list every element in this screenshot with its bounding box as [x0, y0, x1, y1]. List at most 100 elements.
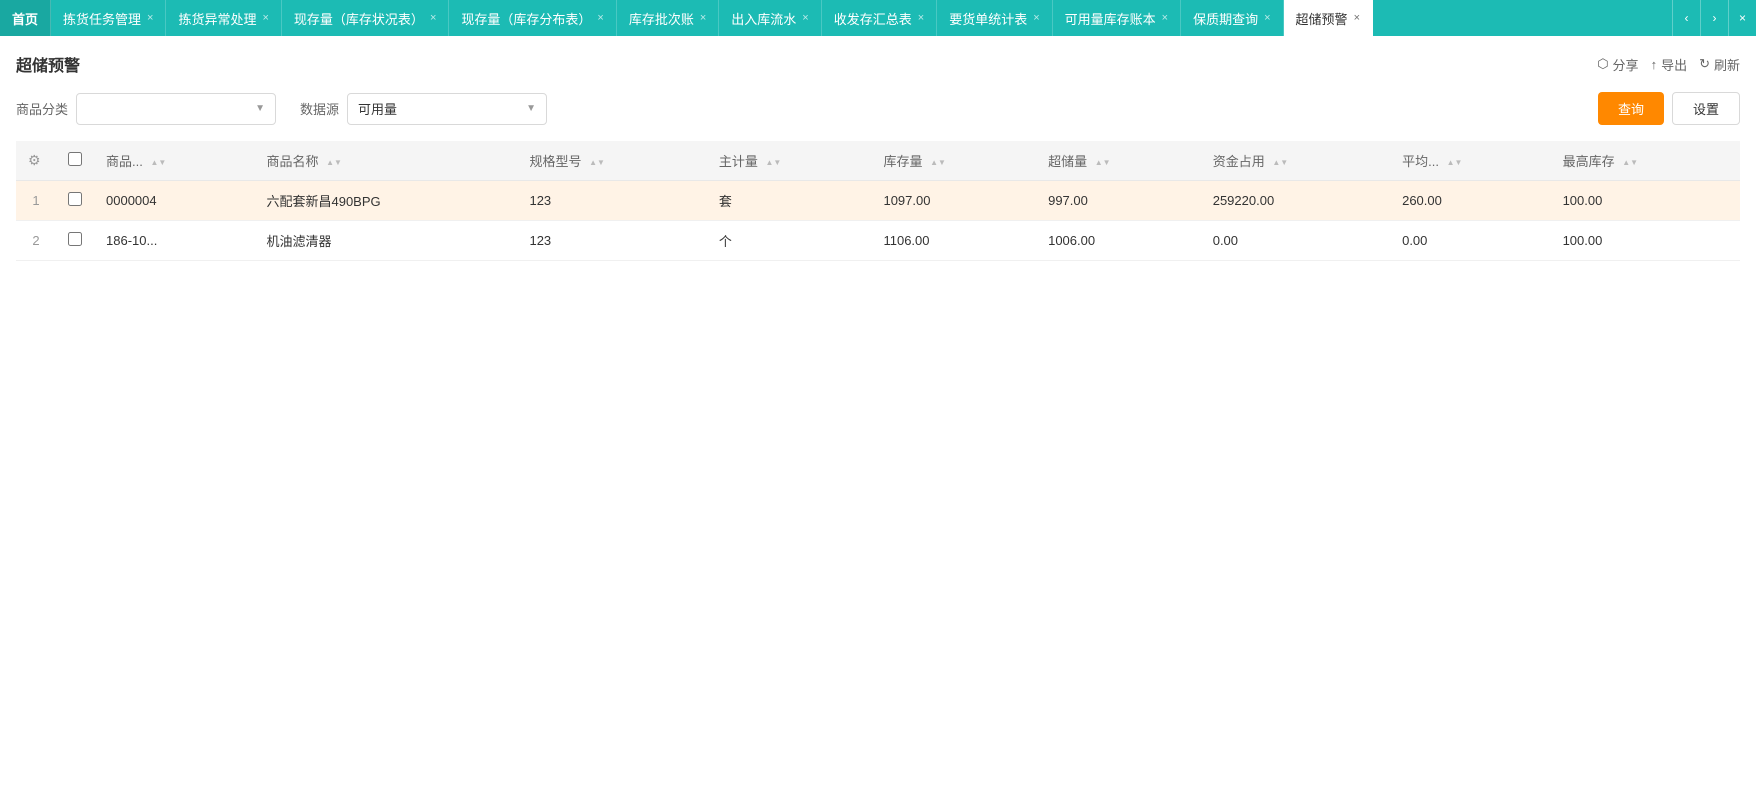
nav-tab-label: 现存量（库存状况表）	[294, 9, 424, 28]
nav-tab-close[interactable]: ×	[147, 12, 153, 24]
row-pingjun: 260.00	[1390, 181, 1550, 221]
row-zuigao: 100.00	[1551, 181, 1740, 221]
col-chaochul-label: 超储量	[1048, 154, 1087, 169]
row-checkbox[interactable]	[68, 232, 82, 246]
row-checkbox-cell	[56, 181, 94, 221]
nav-home-label: 首页	[12, 9, 38, 28]
settings-button[interactable]: 设置	[1672, 92, 1740, 125]
filter-actions: 查询 设置	[1598, 92, 1740, 125]
nav-tab-tab-chaochujing[interactable]: 超储预警 ×	[1284, 0, 1373, 36]
top-nav: 首页 拣货任务管理×拣货异常处理×现存量（库存状况表）×现存量（库存分布表）×库…	[0, 0, 1756, 36]
export-button[interactable]: ↑ 导出	[1651, 55, 1688, 74]
nav-tab-close[interactable]: ×	[597, 12, 603, 24]
nav-tab-close[interactable]: ×	[918, 12, 924, 24]
row-index: 2	[16, 221, 56, 261]
page-actions: ⬡ 分享 ↑ 导出 ↻ 刷新	[1597, 55, 1740, 74]
nav-tab-tab-chuku[interactable]: 出入库流水 ×	[719, 0, 821, 36]
nav-tab-close[interactable]: ×	[430, 12, 436, 24]
row-checkbox-cell	[56, 221, 94, 261]
col-chaochul-header[interactable]: 超储量 ▲▼	[1036, 141, 1201, 181]
row-zijin: 259220.00	[1201, 181, 1390, 221]
sort-spcode-icon: ▲▼	[150, 159, 166, 167]
col-zijin-header[interactable]: 资金占用 ▲▼	[1201, 141, 1390, 181]
nav-tab-close[interactable]: ×	[1264, 12, 1270, 24]
row-jiliang: 套	[707, 181, 872, 221]
col-spcode-label: 商品...	[106, 154, 143, 169]
nav-tab-tab-baozhi[interactable]: 保质期查询×	[1181, 0, 1283, 36]
row-guige: 123	[517, 221, 706, 261]
col-spname-header[interactable]: 商品名称 ▲▼	[254, 141, 517, 181]
col-gear: ⚙	[16, 141, 56, 181]
nav-tab-close[interactable]: ×	[1033, 12, 1039, 24]
col-zijin-label: 资金占用	[1213, 154, 1265, 169]
col-jiliang-label: 主计量	[719, 154, 758, 169]
nav-tab-tab-yichang[interactable]: 拣货异常处理×	[166, 0, 281, 36]
nav-tab-close[interactable]: ×	[802, 12, 808, 24]
nav-tab-label: 现存量（库存分布表）	[461, 9, 591, 28]
row-chaochul: 1006.00	[1036, 221, 1201, 261]
filter-category: 商品分类 ▼	[16, 93, 276, 125]
nav-tab-tab-yaohuo[interactable]: 要货单统计表 ×	[937, 0, 1052, 36]
col-spcode-header[interactable]: 商品... ▲▼	[94, 141, 254, 181]
row-zuigao: 100.00	[1551, 221, 1740, 261]
export-icon: ↑	[1651, 57, 1658, 72]
nav-arrow-left[interactable]: ‹	[1672, 0, 1700, 36]
row-checkbox[interactable]	[68, 192, 82, 206]
col-guige-header[interactable]: 规格型号 ▲▼	[517, 141, 706, 181]
nav-tab-close[interactable]: ×	[262, 12, 268, 24]
table-row: 2 186-10... 机油滤清器 123 个 1106.00 1006.00 …	[16, 221, 1740, 261]
nav-tab-close[interactable]: ×	[700, 12, 706, 24]
col-guige-label: 规格型号	[529, 154, 581, 169]
nav-tab-label: 可用量库存账本	[1065, 9, 1156, 28]
nav-tab-close[interactable]: ×	[1162, 12, 1168, 24]
col-zuigao-label: 最高库存	[1563, 154, 1615, 169]
row-zijin: 0.00	[1201, 221, 1390, 261]
row-chaochul: 997.00	[1036, 181, 1201, 221]
refresh-button[interactable]: ↻ 刷新	[1699, 55, 1740, 74]
page-title: 超储预警	[16, 52, 80, 76]
share-icon: ⬡	[1597, 56, 1608, 72]
nav-tab-tab-xianzunl2[interactable]: 现存量（库存分布表） ×	[449, 0, 616, 36]
sort-zuigao-icon: ▲▼	[1622, 159, 1638, 167]
sort-zijin-icon: ▲▼	[1272, 159, 1288, 167]
nav-tab-label: 库存批次账	[629, 9, 694, 28]
row-pingjun: 0.00	[1390, 221, 1550, 261]
category-select[interactable]: ▼	[76, 93, 276, 125]
nav-tab-tab-pipici[interactable]: 库存批次账 ×	[617, 0, 719, 36]
gear-icon[interactable]: ⚙	[28, 152, 41, 168]
page-title-row: 超储预警 ⬡ 分享 ↑ 导出 ↻ 刷新	[16, 52, 1740, 76]
nav-tab-tab-xianzunl[interactable]: 现存量（库存状况表） ×	[282, 0, 449, 36]
col-kucun-label: 库存量	[883, 154, 922, 169]
query-button[interactable]: 查询	[1598, 92, 1664, 125]
datasource-select[interactable]: 可用量 ▼	[347, 93, 547, 125]
col-pingjun-label: 平均...	[1402, 154, 1439, 169]
nav-arrow-close[interactable]: ×	[1728, 0, 1756, 36]
col-zuigao-header[interactable]: 最高库存 ▲▼	[1551, 141, 1740, 181]
row-kucun: 1106.00	[871, 221, 1036, 261]
row-spname: 六配套新昌490BPG	[254, 181, 517, 221]
datasource-value: 可用量	[358, 99, 397, 118]
refresh-icon: ↻	[1699, 56, 1710, 72]
sort-chaochul-icon: ▲▼	[1095, 159, 1111, 167]
nav-tab-close[interactable]: ×	[1354, 12, 1360, 24]
datasource-label: 数据源	[300, 99, 339, 118]
nav-arrow-right[interactable]: ›	[1700, 0, 1728, 36]
row-spcode: 0000004	[94, 181, 254, 221]
nav-tab-label: 要货单统计表	[949, 9, 1027, 28]
select-all-checkbox[interactable]	[68, 152, 82, 166]
category-arrow-icon: ▼	[255, 103, 265, 114]
row-index: 1	[16, 181, 56, 221]
nav-tab-tab-kaihuo[interactable]: 拣货任务管理×	[51, 0, 166, 36]
nav-tab-tab-shoufab[interactable]: 收发存汇总表×	[822, 0, 937, 36]
col-jiliang-header[interactable]: 主计量 ▲▼	[707, 141, 872, 181]
col-kucun-header[interactable]: 库存量 ▲▼	[871, 141, 1036, 181]
col-spname-label: 商品名称	[266, 154, 318, 169]
nav-tab-tab-kyliang[interactable]: 可用量库存账本 ×	[1053, 0, 1181, 36]
col-pingjun-header[interactable]: 平均... ▲▼	[1390, 141, 1550, 181]
nav-home[interactable]: 首页	[0, 0, 51, 36]
nav-tab-label: 超储预警	[1296, 9, 1348, 28]
table-body: 1 0000004 六配套新昌490BPG 123 套 1097.00 997.…	[16, 181, 1740, 261]
sort-spname-icon: ▲▼	[326, 159, 342, 167]
nav-tab-label: 出入库流水	[731, 9, 796, 28]
share-button[interactable]: ⬡ 分享	[1597, 55, 1638, 74]
